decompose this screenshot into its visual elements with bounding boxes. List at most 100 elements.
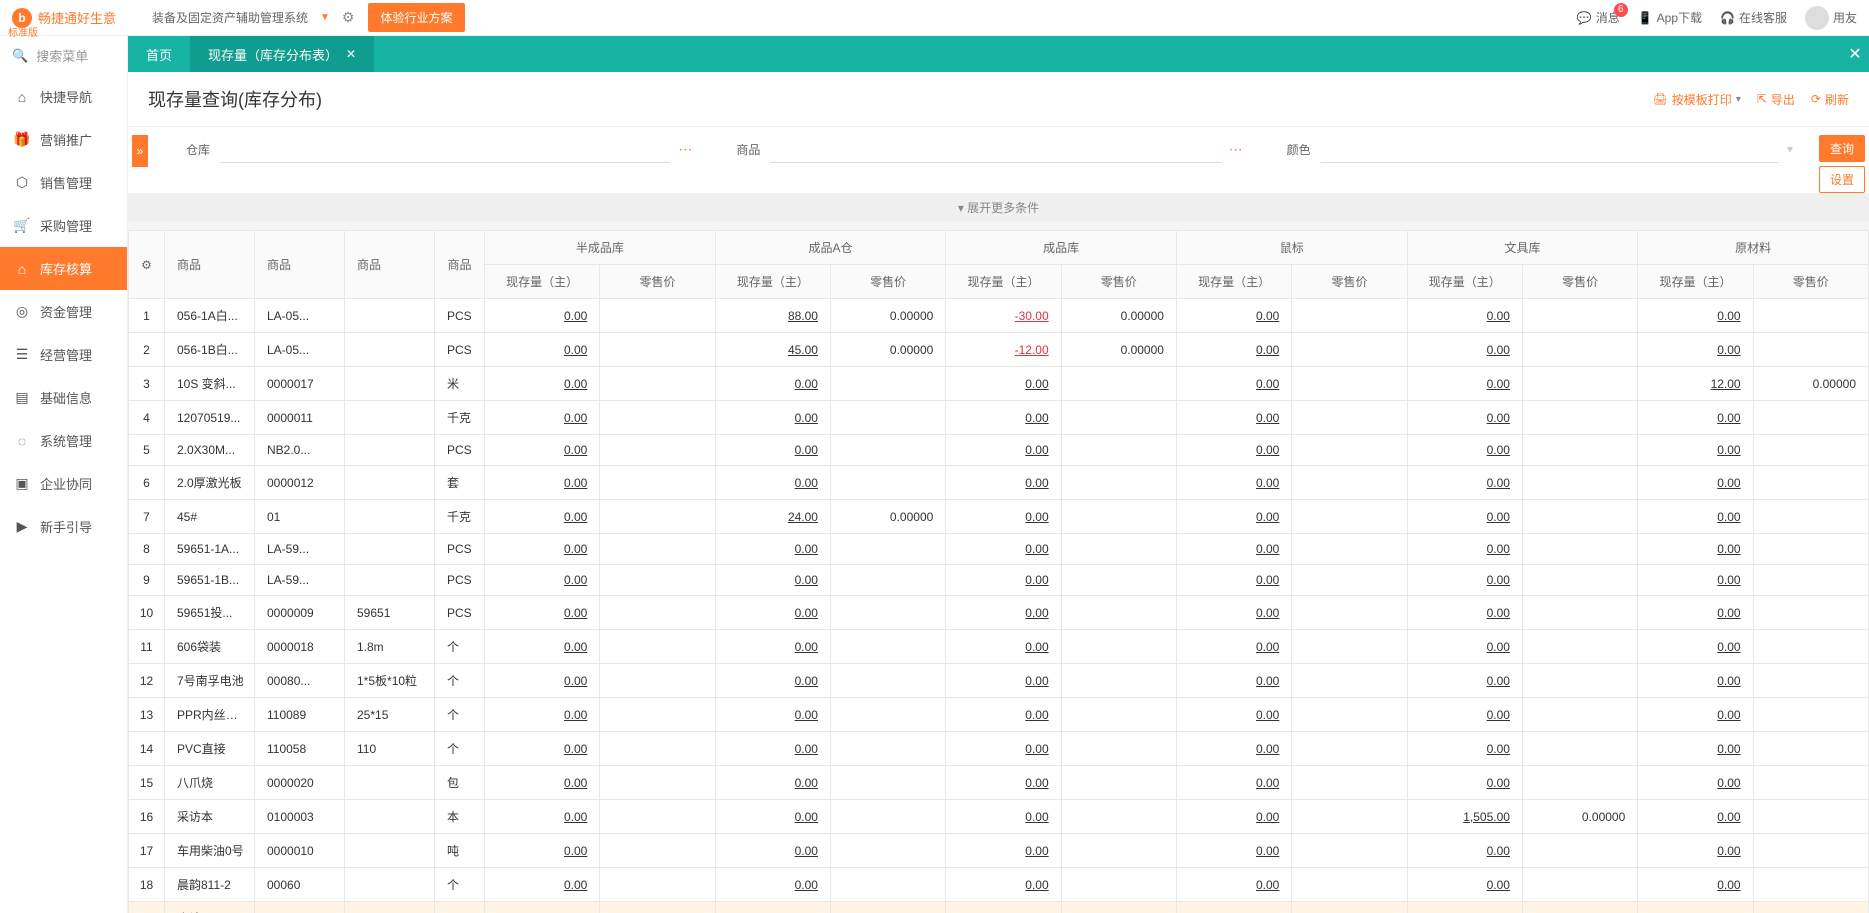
qty-cell[interactable]: 0.00 bbox=[1638, 466, 1753, 500]
qty-cell[interactable]: 0.00 bbox=[1638, 766, 1753, 800]
qty-cell[interactable]: 0.00 bbox=[1176, 401, 1291, 435]
product-input[interactable] bbox=[770, 135, 1220, 163]
qty-cell[interactable]: 0.00 bbox=[485, 732, 600, 766]
gear-column[interactable]: ⚙ bbox=[129, 231, 165, 299]
qty-cell[interactable]: 0.00 bbox=[485, 596, 600, 630]
qty-cell[interactable]: 0.00 bbox=[485, 333, 600, 367]
search-menu[interactable]: 🔍 搜索菜单 bbox=[0, 36, 127, 75]
qty-cell[interactable]: 0.00 bbox=[1176, 367, 1291, 401]
qty-cell[interactable]: 0.00 bbox=[946, 367, 1061, 401]
qty-cell[interactable]: 0.00 bbox=[715, 698, 830, 732]
qty-cell[interactable]: -30.00 bbox=[946, 299, 1061, 333]
qty-cell[interactable]: 0.00 bbox=[1407, 333, 1522, 367]
qty-cell[interactable]: 0.00 bbox=[1638, 800, 1753, 834]
qty-cell[interactable]: 0.00 bbox=[485, 367, 600, 401]
qty-cell[interactable]: 0.00 bbox=[715, 630, 830, 664]
qty-cell[interactable]: 0.00 bbox=[1638, 534, 1753, 565]
qty-cell[interactable]: 0.00 bbox=[1407, 466, 1522, 500]
qty-cell[interactable]: 0.00 bbox=[946, 466, 1061, 500]
qty-cell[interactable]: 0.00 bbox=[485, 664, 600, 698]
more-icon[interactable]: ⋯ bbox=[1221, 141, 1251, 158]
qty-cell[interactable]: 0.00 bbox=[485, 766, 600, 800]
qty-cell[interactable]: 0.00 bbox=[715, 766, 830, 800]
qty-cell[interactable]: 0.00 bbox=[485, 565, 600, 596]
qty-cell[interactable]: 0.00 bbox=[1407, 534, 1522, 565]
qty-cell[interactable]: 0.00 bbox=[1407, 565, 1522, 596]
qty-cell[interactable]: 0.00 bbox=[1638, 698, 1753, 732]
expand-more-conditions[interactable]: ▾ 展开更多条件 bbox=[128, 193, 1869, 222]
qty-cell[interactable]: 0.00 bbox=[485, 698, 600, 732]
qty-cell[interactable]: 0.00 bbox=[1176, 565, 1291, 596]
qty-cell[interactable]: 0.00 bbox=[1176, 534, 1291, 565]
qty-cell[interactable]: 0.00 bbox=[1176, 333, 1291, 367]
messages-link[interactable]: 💬 消息 6 bbox=[1577, 9, 1620, 26]
qty-cell[interactable]: 0.00 bbox=[946, 401, 1061, 435]
qty-cell[interactable]: 0.00 bbox=[485, 435, 600, 466]
qty-cell[interactable]: 0.00 bbox=[1176, 834, 1291, 868]
qty-cell[interactable]: 0.00 bbox=[1407, 664, 1522, 698]
sidebar-item-4[interactable]: ⌂库存核算 bbox=[0, 247, 127, 290]
refresh-button[interactable]: ⟳ 刷新 bbox=[1811, 91, 1849, 108]
qty-cell[interactable]: 0.00 bbox=[1176, 766, 1291, 800]
gear-icon[interactable]: ⚙ bbox=[342, 9, 355, 26]
qty-cell[interactable]: 0.00 bbox=[715, 401, 830, 435]
qty-cell[interactable]: 0.00 bbox=[485, 466, 600, 500]
qty-cell[interactable]: 0.00 bbox=[1176, 299, 1291, 333]
qty-cell[interactable]: 0.00 bbox=[1638, 834, 1753, 868]
qty-cell[interactable]: 0.00 bbox=[946, 565, 1061, 596]
qty-cell[interactable]: 0.00 bbox=[1176, 868, 1291, 902]
qty-cell[interactable]: 0.00 bbox=[485, 299, 600, 333]
qty-cell[interactable]: 0.00 bbox=[485, 534, 600, 565]
qty-cell[interactable]: 45.00 bbox=[715, 333, 830, 367]
sidebar-item-10[interactable]: ▶新手引导 bbox=[0, 505, 127, 548]
qty-cell[interactable]: 0.00 bbox=[1638, 596, 1753, 630]
qty-cell[interactable]: 0.00 bbox=[1176, 664, 1291, 698]
qty-cell[interactable]: 0.00 bbox=[1176, 596, 1291, 630]
qty-cell[interactable]: 0.00 bbox=[1407, 596, 1522, 630]
qty-cell[interactable]: 0.00 bbox=[485, 834, 600, 868]
qty-cell[interactable]: 0.00 bbox=[1638, 664, 1753, 698]
qty-cell[interactable]: 0.00 bbox=[946, 630, 1061, 664]
sidebar-item-8[interactable]: ◌系统管理 bbox=[0, 419, 127, 462]
table-wrap[interactable]: ⚙商品商品商品商品半成品库成品A仓成品库鼠标文具库原材料现存量（主）零售价现存量… bbox=[128, 230, 1869, 913]
sidebar-item-0[interactable]: ⌂快捷导航 bbox=[0, 75, 127, 118]
user-menu[interactable]: 用友 bbox=[1805, 6, 1857, 30]
app-download-link[interactable]: 📱 App下载 bbox=[1638, 9, 1702, 26]
setting-button[interactable]: 设置 bbox=[1819, 166, 1865, 193]
close-icon[interactable]: ✕ bbox=[346, 47, 356, 61]
qty-cell[interactable]: 0.00 bbox=[715, 596, 830, 630]
qty-cell[interactable]: 0.00 bbox=[1407, 868, 1522, 902]
qty-cell[interactable]: 0.00 bbox=[1176, 466, 1291, 500]
chevron-down-icon[interactable]: ▾ bbox=[1779, 142, 1801, 156]
sidebar-item-3[interactable]: 🛒采购管理 bbox=[0, 204, 127, 247]
color-input[interactable] bbox=[1321, 135, 1779, 163]
qty-cell[interactable]: 0.00 bbox=[1638, 500, 1753, 534]
export-button[interactable]: ⇱ 导出 bbox=[1757, 91, 1795, 108]
qty-cell[interactable]: 0.00 bbox=[715, 800, 830, 834]
qty-cell[interactable]: 0.00 bbox=[946, 500, 1061, 534]
qty-cell[interactable]: 0.00 bbox=[1638, 868, 1753, 902]
print-template-button[interactable]: 🖨 按模板打印 ▾ bbox=[1653, 91, 1741, 108]
qty-cell[interactable]: 0.00 bbox=[1407, 834, 1522, 868]
collapse-handle[interactable]: » bbox=[132, 135, 148, 167]
qty-cell[interactable]: 0.00 bbox=[1638, 435, 1753, 466]
qty-cell[interactable]: 0.00 bbox=[1176, 630, 1291, 664]
sidebar-item-9[interactable]: ▣企业协同 bbox=[0, 462, 127, 505]
qty-cell[interactable]: 0.00 bbox=[1638, 732, 1753, 766]
sidebar-item-5[interactable]: ◎资金管理 bbox=[0, 290, 127, 333]
more-icon[interactable]: ⋯ bbox=[670, 141, 700, 158]
sidebar-item-6[interactable]: ☰经营管理 bbox=[0, 333, 127, 376]
tab-home[interactable]: 首页 bbox=[128, 36, 190, 72]
qty-cell[interactable]: 0.00 bbox=[1176, 435, 1291, 466]
qty-cell[interactable]: 0.00 bbox=[715, 565, 830, 596]
qty-cell[interactable]: 0.00 bbox=[485, 868, 600, 902]
tab-inventory-distribution[interactable]: 现存量（库存分布表） ✕ bbox=[190, 36, 374, 72]
qty-cell[interactable]: 0.00 bbox=[715, 435, 830, 466]
qty-cell[interactable]: 0.00 bbox=[946, 834, 1061, 868]
qty-cell[interactable]: 0.00 bbox=[1638, 401, 1753, 435]
qty-cell[interactable]: 0.00 bbox=[1407, 435, 1522, 466]
qty-cell[interactable]: 0.00 bbox=[1638, 565, 1753, 596]
qty-cell[interactable]: 1,505.00 bbox=[1407, 800, 1522, 834]
qty-cell[interactable]: 12.00 bbox=[1638, 367, 1753, 401]
qty-cell[interactable]: 0.00 bbox=[1407, 732, 1522, 766]
